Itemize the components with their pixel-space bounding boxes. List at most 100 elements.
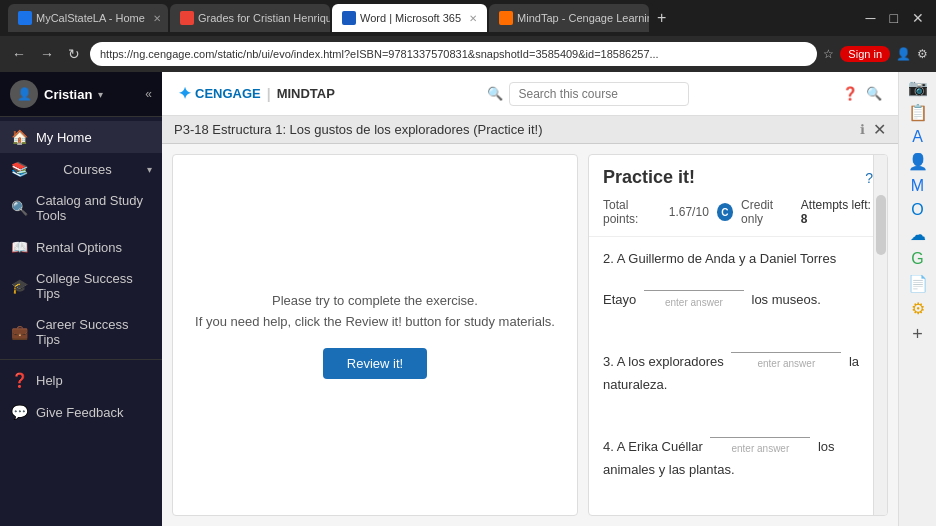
sidebar-item-college-success[interactable]: 🎓 College Success Tips xyxy=(0,263,162,309)
sidebar-item-catalog[interactable]: 🔍 Catalog and Study Tools xyxy=(0,185,162,231)
chevron-down-icon: ▾ xyxy=(98,89,103,100)
sidebar-item-label: Help xyxy=(36,373,152,388)
back-button[interactable]: ← xyxy=(8,44,30,64)
tab-label-grades: Grades for Cristian Henriquez: C... xyxy=(198,12,330,24)
tab-word[interactable]: Word | Microsoft 365 ✕ xyxy=(332,4,487,32)
scroll-indicator[interactable] xyxy=(873,155,887,515)
header-icons: ❓ 🔍 xyxy=(842,86,882,101)
courses-icon: 📚 xyxy=(10,161,28,177)
catalog-icon: 🔍 xyxy=(10,200,28,216)
mindtap-logo: ✦ CENGAGE | MINDTAP xyxy=(178,84,335,103)
total-points-value: 1.67/10 xyxy=(669,205,709,219)
sidebar-icon-11[interactable]: + xyxy=(912,324,923,345)
sidebar-icon-2[interactable]: 📋 xyxy=(908,103,928,122)
answer-input-3[interactable] xyxy=(731,336,841,353)
feedback-icon: 💬 xyxy=(10,404,28,420)
sidebar-item-label: Career Success Tips xyxy=(36,317,152,347)
maximize-button[interactable]: □ xyxy=(886,8,902,28)
scroll-thumb xyxy=(876,195,886,255)
sidebar-username: Cristian xyxy=(44,87,92,102)
exercise-close-button[interactable]: ✕ xyxy=(873,120,886,139)
career-icon: 💼 xyxy=(10,324,28,340)
item4-number: 4 xyxy=(603,439,610,454)
exercise-scroll[interactable]: 2. A Guillermo de Anda y a Daniel Torres… xyxy=(589,237,887,515)
close-window-button[interactable]: ✕ xyxy=(908,8,928,28)
exercise-sentence-3: 3. A los exploradores enter answer la na… xyxy=(603,332,873,397)
sidebar-item-courses[interactable]: 📚 Courses ▾ xyxy=(0,153,162,185)
sidebar-item-rental[interactable]: 📖 Rental Options xyxy=(0,231,162,263)
credit-icon: C xyxy=(717,203,733,221)
sidebar-item-label: Give Feedback xyxy=(36,405,152,420)
tab-icon-mycalstate xyxy=(18,11,32,25)
help-circle-icon[interactable]: ❓ xyxy=(842,86,858,101)
address-input[interactable] xyxy=(90,42,817,66)
avatar: 👤 xyxy=(10,80,38,108)
answer-input-2[interactable] xyxy=(644,274,744,291)
practice-help-icon[interactable]: ? xyxy=(865,170,873,186)
tab-close-word[interactable]: ✕ xyxy=(469,13,477,24)
tab-close-mycalstate[interactable]: ✕ xyxy=(153,13,161,24)
browser-sidebar: 📷 📋 A 👤 M O ☁ G 📄 ⚙ + xyxy=(898,72,936,526)
exercise-sentence-2: 2. A Guillermo de Anda y a Daniel Torres… xyxy=(603,247,873,312)
sidebar-item-feedback[interactable]: 💬 Give Feedback xyxy=(0,396,162,428)
sidebar-item-career-success[interactable]: 💼 Career Success Tips xyxy=(0,309,162,355)
sidebar-icon-5[interactable]: M xyxy=(911,177,924,195)
mindtap-label: MINDTAP xyxy=(277,86,335,101)
extensions-icon[interactable]: ⚙ xyxy=(917,47,928,61)
exercise-item-4: 4. A Erika Cuéllar enter answer los anim… xyxy=(603,417,873,482)
sidebar-item-label: Rental Options xyxy=(36,240,152,255)
sidebar-icon-4[interactable]: 👤 xyxy=(908,152,928,171)
sidebar-icon-3[interactable]: A xyxy=(912,128,923,146)
exercise-sentence-4: 4. A Erika Cuéllar enter answer los anim… xyxy=(603,417,873,482)
answer-hint-4: enter answer xyxy=(710,440,810,458)
exercise-title: P3-18 Estructura 1: Los gustos de los ex… xyxy=(174,122,543,137)
forward-button[interactable]: → xyxy=(36,44,58,64)
tab-label-word: Word | Microsoft 365 xyxy=(360,12,461,24)
sidebar-icon-7[interactable]: ☁ xyxy=(910,225,926,244)
bookmark-icon: ☆ xyxy=(823,47,834,61)
sidebar-icon-10[interactable]: ⚙ xyxy=(911,299,925,318)
sidebar-item-label: Catalog and Study Tools xyxy=(36,193,152,223)
sidebar-icon-6[interactable]: O xyxy=(911,201,923,219)
college-icon: 🎓 xyxy=(10,278,28,294)
sidebar-collapse-icon[interactable]: « xyxy=(145,87,152,101)
exercise-info-icon[interactable]: ℹ xyxy=(860,122,865,137)
mindtap-header: ✦ CENGAGE | MINDTAP 🔍 ❓ 🔍 xyxy=(162,72,898,116)
sidebar-icon-8[interactable]: G xyxy=(911,250,923,268)
header-search: 🔍 xyxy=(487,82,689,106)
review-button[interactable]: Review it! xyxy=(323,348,427,379)
item3-before: A los exploradores xyxy=(617,354,724,369)
courses-chevron-icon: ▾ xyxy=(147,164,152,175)
tab-grades[interactable]: Grades for Cristian Henriquez: C... ✕ xyxy=(170,4,330,32)
left-panel: Please try to complete the exercise. If … xyxy=(172,154,578,516)
left-panel-message: Please try to complete the exercise. If … xyxy=(195,291,555,333)
profile-icon[interactable]: 👤 xyxy=(896,47,911,61)
logo-pipe-icon: | xyxy=(267,86,271,102)
sidebar-user[interactable]: 👤 Cristian ▾ « xyxy=(0,72,162,117)
tab-mycalstate[interactable]: MyCalStateLA - Home ✕ xyxy=(8,4,168,32)
attempts-label: Attempts left: 8 xyxy=(801,198,873,226)
content-area: ✦ CENGAGE | MINDTAP 🔍 ❓ 🔍 P3-18 Estructu… xyxy=(162,72,898,526)
help-icon: ❓ xyxy=(10,372,28,388)
cengage-label: CENGAGE xyxy=(195,86,261,101)
exercise-item-2: 2. A Guillermo de Anda y a Daniel Torres… xyxy=(603,247,873,312)
sidebar-item-help[interactable]: ❓ Help xyxy=(0,364,162,396)
sidebar-item-my-home[interactable]: 🏠 My Home xyxy=(0,121,162,153)
tab-mindtap[interactable]: MindTap - Cengage Learning ✕ xyxy=(489,4,649,32)
sidebar-item-label: My Home xyxy=(36,130,152,145)
new-tab-button[interactable]: + xyxy=(651,9,672,27)
tab-icon-mindtap xyxy=(499,11,513,25)
sidebar-icon-1[interactable]: 📷 xyxy=(908,78,928,97)
sign-in-button[interactable]: Sign in xyxy=(840,46,890,62)
answer-hint-3: enter answer xyxy=(731,355,841,373)
search-header-icon[interactable]: 🔍 xyxy=(866,86,882,101)
sidebar: 👤 Cristian ▾ « 🏠 My Home 📚 Courses ▾ 🔍 C… xyxy=(0,72,162,526)
answer-input-4[interactable] xyxy=(710,421,810,438)
search-input[interactable] xyxy=(509,82,689,106)
practice-meta: Total points: 1.67/10 C Credit only Atte… xyxy=(589,194,887,237)
reload-button[interactable]: ↻ xyxy=(64,44,84,64)
minimize-button[interactable]: ─ xyxy=(862,8,880,28)
answer-hint-2: enter answer xyxy=(644,294,744,312)
tab-icon-word xyxy=(342,11,356,25)
sidebar-icon-9[interactable]: 📄 xyxy=(908,274,928,293)
